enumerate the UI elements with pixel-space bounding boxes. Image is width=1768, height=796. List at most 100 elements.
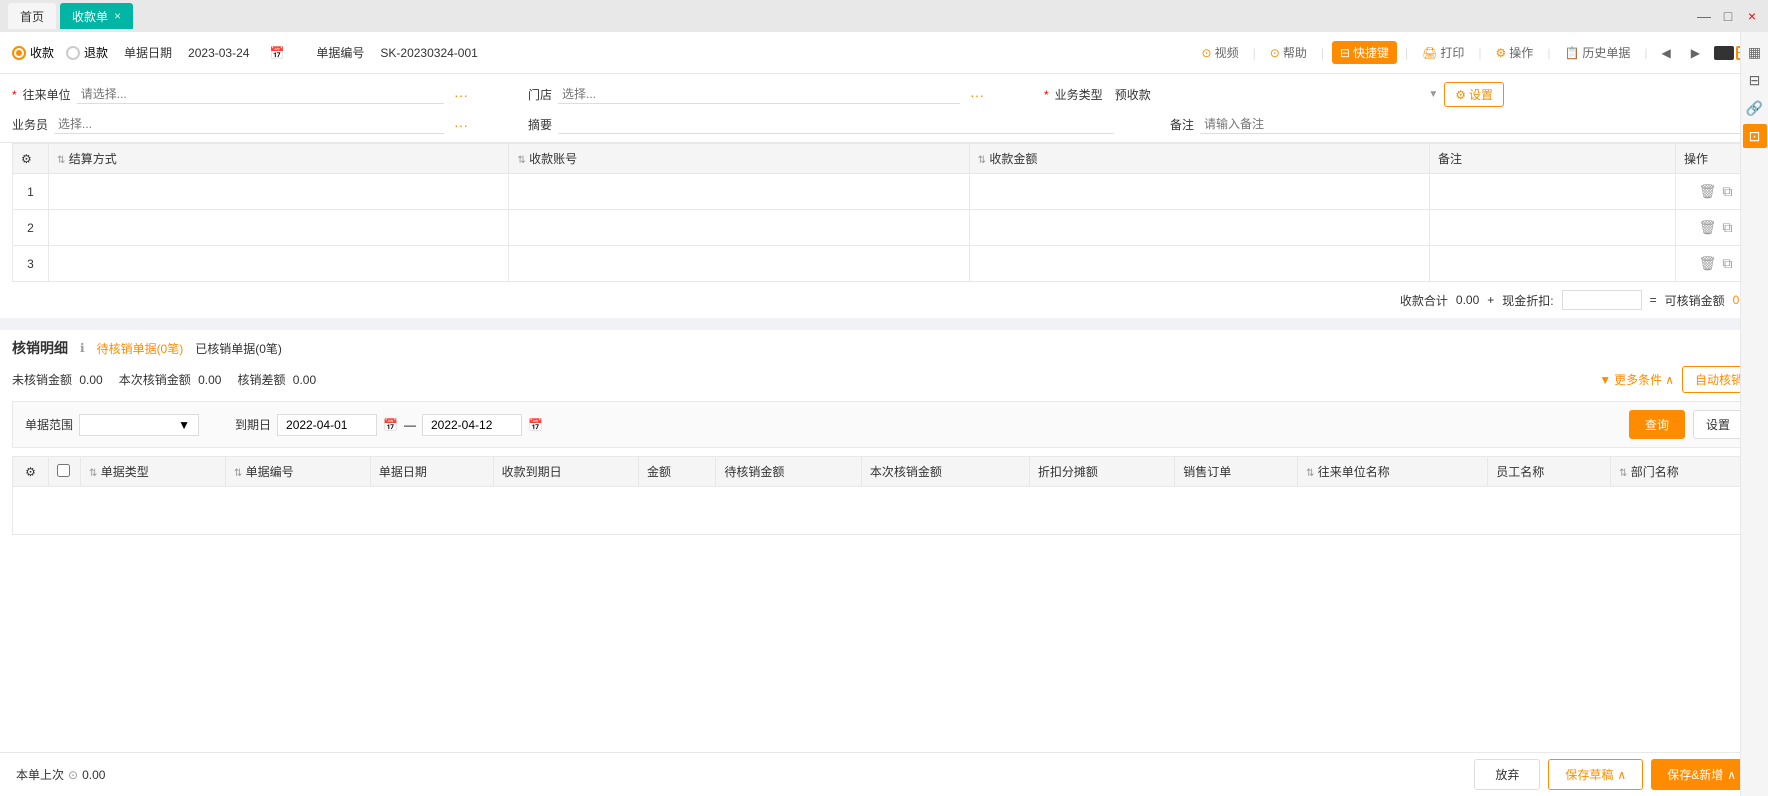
main-content: 收款 退款 单据日期 2023-03-24 📅 单据编号 SK-20230324… (0, 32, 1768, 796)
staff-input[interactable] (54, 115, 444, 134)
minimize-button[interactable]: — (1696, 8, 1712, 24)
calendar-from-icon[interactable]: 📅 (383, 418, 398, 432)
date-value: 2023-03-24 (188, 46, 249, 60)
row-2-note[interactable] (1429, 210, 1675, 246)
print-button[interactable]: 🖨 打印 (1416, 42, 1470, 63)
summary-label: 摘要 (528, 116, 552, 133)
range-select[interactable]: ▼ (79, 414, 199, 436)
date-to-input[interactable] (422, 414, 522, 436)
settings-button[interactable]: ⚙ 设置 (1444, 82, 1504, 107)
tab-close-icon[interactable]: × (114, 9, 121, 23)
date-from-input[interactable] (277, 414, 377, 436)
range-label: 单据范围 (25, 416, 73, 433)
row-1-amount[interactable] (969, 174, 1429, 210)
sidebar-list-icon[interactable]: ⊟ (1743, 68, 1767, 92)
row-num-1: 1 (13, 174, 49, 210)
row-2-amount[interactable] (969, 210, 1429, 246)
discount-input[interactable] (1562, 290, 1642, 310)
form-row-2: 业务员 ··· 摘要 备注 (12, 115, 1756, 134)
radio-shou-label: 收款 (30, 44, 54, 61)
row-2-account[interactable] (509, 210, 969, 246)
done-tab[interactable]: 已核销单据(0笔) (195, 340, 282, 357)
tab-home-label: 首页 (20, 8, 44, 25)
th-settings[interactable]: ⚙ (13, 144, 49, 174)
supplier-label: 往来单位 (23, 86, 71, 103)
summary-row: 收款合计 0.00 + 现金折扣: = 可核销金额 0.00 (0, 282, 1768, 322)
calendar-to-icon[interactable]: 📅 (528, 418, 543, 432)
radio-group: 收款 退款 (12, 44, 108, 61)
delete-icon-2[interactable]: 🗑 (1699, 219, 1717, 236)
row-1-note[interactable] (1429, 174, 1675, 210)
copy-icon-3[interactable]: ⧉ (1722, 255, 1732, 272)
row-2-settlement[interactable] (49, 210, 509, 246)
pending-tab[interactable]: 待核销单据(0笔) (97, 340, 184, 357)
th2-staff: 员工名称 (1488, 457, 1611, 487)
window-controls: — □ × (1696, 8, 1760, 24)
chevron-down-icon[interactable]: ▼ (1428, 89, 1438, 100)
th2-amount: 金额 (638, 457, 715, 487)
summary-input[interactable] (558, 115, 1114, 134)
filter-settings-button[interactable]: 设置 (1693, 410, 1743, 439)
sidebar-active-icon[interactable]: ⊡ (1743, 124, 1767, 148)
more-conditions-button[interactable]: ▼ 更多条件 ∧ (1599, 371, 1674, 388)
equals-sign: = (1650, 293, 1657, 307)
shortcut-button[interactable]: ⊟ 快捷键 (1332, 41, 1397, 64)
header-checkbox[interactable] (57, 464, 70, 477)
second-table-header: ⚙ ⇅ 单据类型 ⇅ 单据编号 单据日期 收款到期日 (13, 457, 1756, 487)
staff-more-icon[interactable]: ··· (450, 117, 472, 133)
store-input[interactable] (558, 85, 960, 104)
hexiao-info-icon[interactable]: ℹ (80, 341, 85, 355)
row-3-amount[interactable] (969, 246, 1429, 282)
sidebar-link-icon[interactable]: 🔗 (1743, 96, 1767, 120)
radio-shou[interactable]: 收款 (12, 44, 54, 61)
store-more-icon[interactable]: ··· (966, 87, 988, 103)
radio-tui[interactable]: 退款 (66, 44, 108, 61)
staff-label: 业务员 (12, 116, 48, 133)
per-page-info-icon[interactable]: ⊙ (68, 768, 78, 782)
supplier-input[interactable] (77, 85, 444, 104)
history-button[interactable]: 📋 历史单据 (1558, 42, 1636, 63)
radio-tui-label: 退款 (84, 44, 108, 61)
tab-active[interactable]: 收款单 × (60, 3, 133, 29)
calendar-icon[interactable]: 📅 (269, 46, 284, 60)
hexiao-header: 核销明细 ℹ 待核销单据(0笔) 已核销单据(0笔) (12, 338, 1756, 358)
query-button[interactable]: 查询 (1629, 410, 1685, 439)
note-input[interactable] (1200, 115, 1756, 134)
th2-partner: ⇅ 往来单位名称 (1298, 457, 1488, 487)
copy-icon-1[interactable]: ⧉ (1722, 183, 1732, 200)
row-1-account[interactable] (509, 174, 969, 210)
operations-button[interactable]: ⚙ 操作 (1490, 42, 1540, 63)
th2-sales-order: 销售订单 (1175, 457, 1298, 487)
row-3-note[interactable] (1429, 246, 1675, 282)
nav-right-button[interactable]: ▶ (1685, 44, 1706, 62)
th2-settings[interactable]: ⚙ (13, 457, 49, 487)
tab-home[interactable]: 首页 (8, 3, 56, 29)
required-mark: * (12, 88, 17, 102)
supplier-more-icon[interactable]: ··· (450, 87, 472, 103)
row-num-3: 3 (13, 246, 49, 282)
save-new-button[interactable]: 保存&新增 ∧ (1651, 759, 1752, 790)
hexiao-section: 核销明细 ℹ 待核销单据(0笔) 已核销单据(0笔) 未核销金额 0.00 本次… (0, 330, 1768, 543)
row-3-settlement[interactable] (49, 246, 509, 282)
abandon-button[interactable]: 放弃 (1474, 759, 1540, 790)
th2-dept: ⇅ 部门名称 (1611, 457, 1756, 487)
list-view-button[interactable] (1714, 46, 1734, 60)
radio-tui-dot (66, 46, 80, 60)
close-button[interactable]: × (1744, 8, 1760, 24)
row-1-settlement[interactable] (49, 174, 509, 210)
business-type-label: 业务类型 (1055, 86, 1103, 103)
save-new-arrow-icon: ∧ (1727, 768, 1736, 782)
delete-icon-1[interactable]: 🗑 (1699, 183, 1717, 200)
delete-icon-3[interactable]: 🗑 (1699, 255, 1717, 272)
maximize-button[interactable]: □ (1720, 8, 1736, 24)
sidebar-table-icon[interactable]: ▦ (1743, 40, 1767, 64)
save-draft-button[interactable]: 保存草稿 ∧ (1548, 759, 1643, 790)
gear-icon: ⚙ (1455, 88, 1466, 102)
row-3-account[interactable] (509, 246, 969, 282)
scroll-area[interactable]: 收款 退款 单据日期 2023-03-24 📅 单据编号 SK-20230324… (0, 32, 1768, 796)
help-button[interactable]: ⊙ 帮助 (1264, 42, 1313, 63)
nav-left-button[interactable]: ◀ (1656, 44, 1677, 62)
video-button[interactable]: ⊙ 视频 (1196, 42, 1245, 63)
th2-checkbox (49, 457, 81, 487)
copy-icon-2[interactable]: ⧉ (1722, 219, 1732, 236)
